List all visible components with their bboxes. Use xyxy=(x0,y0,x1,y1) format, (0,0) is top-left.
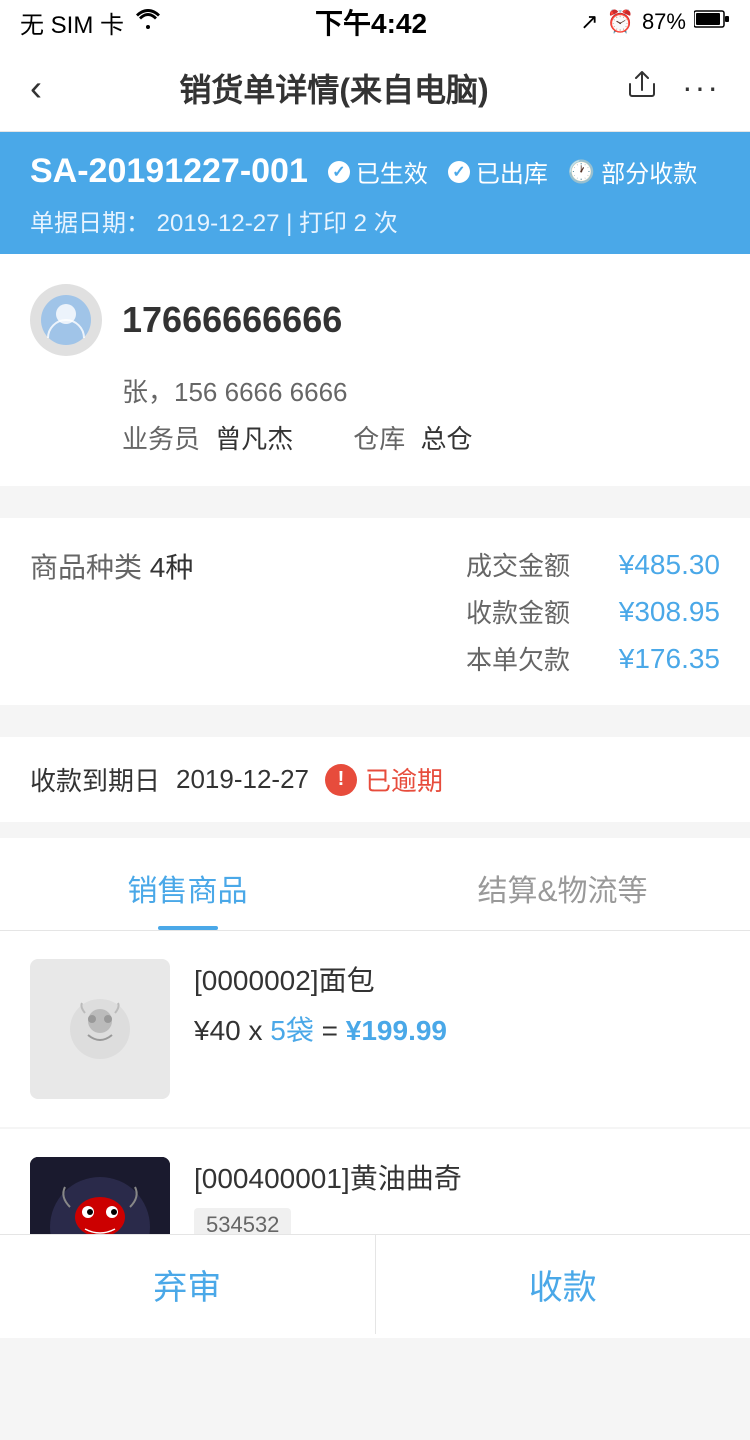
due-date-value: 2019-12-27 xyxy=(176,764,309,795)
order-id: SA-20191227-001 xyxy=(30,152,308,191)
order-header: SA-20191227-001 ✓ 已生效 ✓ 已出库 🕐 部分收款 单据日期：… xyxy=(0,132,750,254)
nav-icons: ··· xyxy=(626,68,720,108)
divider-2 xyxy=(0,705,750,721)
order-date-row: 单据日期： 2019-12-27 | 打印 2 次 xyxy=(30,203,720,238)
received-label: 收款金额 xyxy=(466,593,570,630)
tab-sales-label: 销售商品 xyxy=(128,875,248,908)
avatar-icon xyxy=(41,295,91,345)
product-info-1: [0000002]面包 ¥40 x 5袋 = ¥199.99 xyxy=(194,959,720,1049)
nav-bar: ‹ 销货单详情(来自电脑) ··· xyxy=(0,44,750,132)
status-effective-text: 已生效 xyxy=(356,154,428,189)
status-shipped: ✓ 已出库 xyxy=(448,154,548,189)
total-1: ¥199.99 xyxy=(346,1015,447,1046)
sales-info: 业务员 曾凡杰 xyxy=(122,419,293,456)
customer-meta: 业务员 曾凡杰 仓库 总仓 xyxy=(30,419,720,456)
sales-label: 业务员 xyxy=(122,424,200,454)
product-placeholder-1 xyxy=(30,959,170,1099)
status-effective: ✓ 已生效 xyxy=(328,154,428,189)
status-partial-text: 部分收款 xyxy=(601,154,697,189)
tab-settlement-label: 结算&物流等 xyxy=(477,875,647,908)
balance-label: 本单欠款 xyxy=(466,640,570,677)
product-name-2: [000400001]黄油曲奇 xyxy=(194,1157,720,1197)
status-time: 下午4:42 xyxy=(315,2,427,42)
customer-detail: 张，156 6666 6666 xyxy=(30,372,720,409)
stats-left: 商品种类 4种 xyxy=(30,546,193,586)
product-image-1 xyxy=(30,959,170,1099)
cancel-label: 弃审 xyxy=(153,1260,221,1309)
avatar xyxy=(30,284,102,356)
carrier-text: 无 SIM 卡 xyxy=(20,5,124,40)
date-label: 单据日期： xyxy=(30,210,150,237)
status-partial: 🕐 部分收款 xyxy=(568,154,697,189)
share-icon[interactable] xyxy=(626,68,658,108)
status-bar: 无 SIM 卡 下午4:42 ↗ ⏰ 87% xyxy=(0,0,750,44)
price-eq-1: = xyxy=(322,1015,346,1046)
confirm-button[interactable]: 收款 xyxy=(376,1235,750,1334)
cancel-button[interactable]: 弃审 xyxy=(0,1235,376,1334)
amount-value: ¥485.30 xyxy=(590,549,720,581)
tabs-container: 销售商品 结算&物流等 xyxy=(0,838,750,931)
overdue-badge: ! 已逾期 xyxy=(325,761,443,798)
warehouse-info: 仓库 总仓 xyxy=(353,419,472,456)
tab-sales-products[interactable]: 销售商品 xyxy=(0,838,375,930)
list-item: [0000002]面包 ¥40 x 5袋 = ¥199.99 xyxy=(0,931,750,1127)
customer-row: 17666666666 xyxy=(30,284,720,356)
status-shipped-text: 已出库 xyxy=(476,154,548,189)
stats-right: 成交金额 ¥485.30 收款金额 ¥308.95 本单欠款 ¥176.35 xyxy=(466,546,720,677)
divider-1 xyxy=(0,486,750,502)
wifi-icon xyxy=(134,8,162,36)
balance-row: 本单欠款 ¥176.35 xyxy=(466,640,720,677)
more-icon[interactable]: ··· xyxy=(682,69,720,106)
product-name-1: [0000002]面包 xyxy=(194,959,720,999)
customer-name: 17666666666 xyxy=(122,299,342,341)
bottom-bar: 弃审 收款 xyxy=(0,1234,750,1334)
customer-section: 17666666666 张，156 6666 6666 业务员 曾凡杰 仓库 总… xyxy=(0,254,750,486)
check-icon-2: ✓ xyxy=(448,161,470,183)
status-bar-right: ↗ ⏰ 87% xyxy=(580,9,730,35)
due-section: 收款到期日 2019-12-27 ! 已逾期 xyxy=(0,737,750,822)
bottom-spacer xyxy=(0,1340,750,1440)
status-bar-left: 无 SIM 卡 xyxy=(20,5,162,40)
amount-row: 成交金额 ¥485.30 xyxy=(466,546,720,583)
tab-settlement[interactable]: 结算&物流等 xyxy=(375,838,750,930)
page-title: 销货单详情(来自电脑) xyxy=(179,65,488,111)
overdue-icon: ! xyxy=(325,764,357,796)
check-icon-1: ✓ xyxy=(328,161,350,183)
overdue-text: 已逾期 xyxy=(365,761,443,798)
product-name-text-1: [0000002]面包 xyxy=(194,965,375,996)
stats-section: 商品种类 4种 成交金额 ¥485.30 收款金额 ¥308.95 本单欠款 ¥… xyxy=(0,518,750,705)
alarm-icon: ⏰ xyxy=(607,9,634,35)
product-types-value: 4种 xyxy=(150,552,194,583)
amount-label: 成交金额 xyxy=(466,546,570,583)
due-date-label: 收款到期日 xyxy=(30,761,160,798)
battery-icon xyxy=(694,9,730,35)
order-date: 2019-12-27 xyxy=(157,210,280,237)
separator: | xyxy=(286,210,299,237)
back-button[interactable]: ‹ xyxy=(30,67,42,109)
qty-1: 5袋 xyxy=(270,1015,314,1046)
tabs: 销售商品 结算&物流等 xyxy=(0,838,750,930)
print-info: 打印 2 次 xyxy=(299,210,398,237)
sales-person: 曾凡杰 xyxy=(215,424,293,454)
product-name-text-2: [000400001]黄油曲奇 xyxy=(194,1163,462,1194)
warehouse: 总仓 xyxy=(421,424,473,454)
warehouse-label: 仓库 xyxy=(353,424,405,454)
received-value: ¥308.95 xyxy=(590,596,720,628)
product-types-label: 商品种类 xyxy=(30,552,142,583)
balance-value: ¥176.35 xyxy=(590,643,720,675)
battery-text: 87% xyxy=(642,9,686,35)
location-icon: ↗ xyxy=(580,9,598,35)
stats-grid: 商品种类 4种 成交金额 ¥485.30 收款金额 ¥308.95 本单欠款 ¥… xyxy=(30,546,720,677)
product-price-1: ¥40 x 5袋 = ¥199.99 xyxy=(194,1009,720,1049)
clock-icon: 🕐 xyxy=(568,159,595,185)
received-row: 收款金额 ¥308.95 xyxy=(466,593,720,630)
price-unit-1: ¥40 x xyxy=(194,1015,270,1046)
confirm-label: 收款 xyxy=(529,1260,597,1309)
